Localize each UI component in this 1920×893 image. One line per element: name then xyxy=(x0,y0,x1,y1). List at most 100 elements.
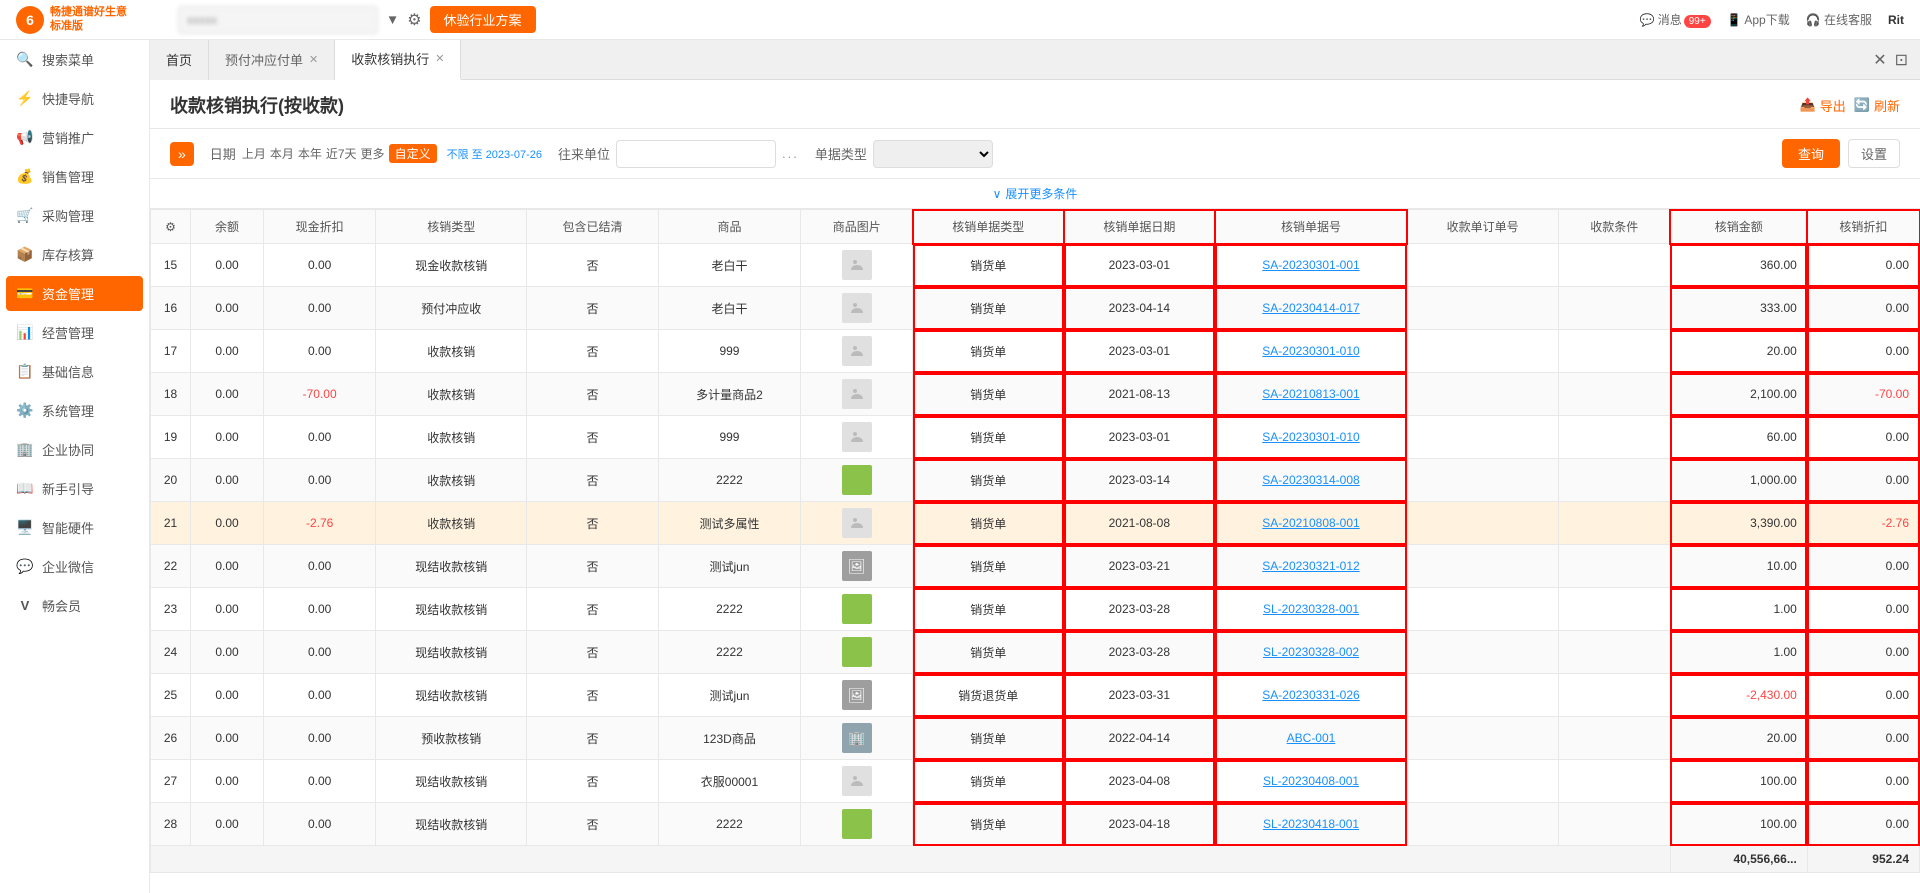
cell-receipt-condition xyxy=(1558,373,1670,416)
cell-row-num: 23 xyxy=(151,588,191,631)
table-row: 20 0.00 0.00 收款核销 否 2222 销货单 2023-03-14 … xyxy=(151,459,1920,502)
cell-verify-bill-no[interactable]: SA-20210808-001 xyxy=(1215,502,1407,545)
message-area[interactable]: 💬 消息99+ xyxy=(1639,11,1710,28)
sidebar-item-basic[interactable]: 📋 基础信息 xyxy=(0,352,149,391)
cell-cash-discount: 0.00 xyxy=(264,803,376,846)
cell-verify-bill-no[interactable]: SL-20230328-002 xyxy=(1215,631,1407,674)
sidebar-item-system[interactable]: ⚙️ 系统管理 xyxy=(0,391,149,430)
page-header: 收款核销执行(按收款) 📤 导出 🔄 刷新 xyxy=(150,80,1920,129)
cell-verify-discount: 0.00 xyxy=(1807,459,1919,502)
date-range-text: 不限 至 2023-07-26 xyxy=(447,146,542,162)
chevron-down-icon: ∨ xyxy=(993,187,1002,201)
sidebar-item-inventory[interactable]: 📦 库存核算 xyxy=(0,235,149,274)
cell-verify-bill-date: 2023-03-14 xyxy=(1064,459,1215,502)
cell-cash-discount: 0.00 xyxy=(264,330,376,373)
sidebar-item-finance[interactable]: 💳 资金管理 xyxy=(6,276,143,311)
filter-counterparty: 往来单位 ... xyxy=(558,140,799,168)
cell-balance: 0.00 xyxy=(191,330,264,373)
date-link-lastmonth[interactable]: 上月 xyxy=(242,145,266,162)
tab-collection[interactable]: 收款核销执行 ✕ xyxy=(335,40,461,80)
cell-row-num: 27 xyxy=(151,760,191,803)
cell-cash-discount: 0.00 xyxy=(264,287,376,330)
tab-home[interactable]: 首页 xyxy=(150,40,209,80)
refresh-btn[interactable]: 🔄 刷新 xyxy=(1854,96,1900,115)
cell-verify-bill-no[interactable]: SL-20230328-001 xyxy=(1215,588,1407,631)
col-verify-type: 核销类型 xyxy=(376,210,527,244)
cell-product: 2222 xyxy=(658,459,800,502)
purchase-icon: 🛒 xyxy=(16,207,34,225)
cell-verify-bill-no[interactable]: SA-20230301-001 xyxy=(1215,244,1407,287)
sidebar-item-search[interactable]: 🔍 搜索菜单 xyxy=(0,40,149,79)
cell-verify-bill-no[interactable]: SL-20230418-001 xyxy=(1215,803,1407,846)
hardware-icon: 🖥️ xyxy=(16,519,34,537)
cell-verify-bill-no[interactable]: ABC-001 xyxy=(1215,717,1407,760)
cell-verify-bill-no[interactable]: SA-20230414-017 xyxy=(1215,287,1407,330)
cell-verify-discount: 0.00 xyxy=(1807,588,1919,631)
date-link-thismonth[interactable]: 本月 xyxy=(270,145,294,162)
export-btn[interactable]: 📤 导出 xyxy=(1800,96,1846,115)
col-balance: 余额 xyxy=(191,210,264,244)
cell-balance: 0.00 xyxy=(191,803,264,846)
cell-verify-amount: 1.00 xyxy=(1670,588,1807,631)
tab-close-window-btn[interactable]: ✕ xyxy=(1873,50,1886,70)
sidebar-item-operation[interactable]: 📊 经营管理 xyxy=(0,313,149,352)
cell-verify-bill-no[interactable]: SA-20230314-008 xyxy=(1215,459,1407,502)
bill-type-select[interactable] xyxy=(873,140,993,168)
sidebar-item-corp[interactable]: 🏢 企业协同 xyxy=(0,430,149,469)
filter-expand-btn[interactable]: » xyxy=(170,142,194,166)
cell-include-settled: 否 xyxy=(527,244,659,287)
cell-verify-bill-type: 销货单 xyxy=(913,545,1064,588)
date-link-recent7[interactable]: 近7天 xyxy=(326,145,357,162)
cell-receipt-condition xyxy=(1558,416,1670,459)
sidebar-item-marketing[interactable]: 📢 营销推广 xyxy=(0,118,149,157)
cell-verify-bill-no[interactable]: SA-20230331-026 xyxy=(1215,674,1407,717)
col-verify-bill-date: 核销单据日期 xyxy=(1064,210,1215,244)
sidebar-item-quick[interactable]: ⚡ 快捷导航 xyxy=(0,79,149,118)
sidebar-item-sales[interactable]: 💰 销售管理 xyxy=(0,157,149,196)
counterparty-input[interactable] xyxy=(616,140,776,168)
cell-verify-bill-no[interactable]: SA-20210813-001 xyxy=(1215,373,1407,416)
tab-prepay[interactable]: 预付冲应付单 ✕ xyxy=(209,40,335,80)
tab-collection-close[interactable]: ✕ xyxy=(435,52,444,65)
sidebar-item-guide[interactable]: 📖 新手引导 xyxy=(0,469,149,508)
cell-include-settled: 否 xyxy=(527,631,659,674)
cell-product: 测试jun xyxy=(658,545,800,588)
search-bar-input[interactable] xyxy=(178,6,378,34)
table-container[interactable]: ⚙ 余额 现金折扣 核销类型 包含已结清 商品 商品图片 核销单据类型 核销单据… xyxy=(150,209,1920,893)
cell-receipt-condition xyxy=(1558,545,1670,588)
tab-prepay-close[interactable]: ✕ xyxy=(309,53,318,66)
cell-verify-bill-no[interactable]: SA-20230301-010 xyxy=(1215,330,1407,373)
col-cash-discount: 现金折扣 xyxy=(264,210,376,244)
cell-balance: 0.00 xyxy=(191,674,264,717)
col-settings[interactable]: ⚙ xyxy=(151,210,191,244)
cell-balance: 0.00 xyxy=(191,717,264,760)
operation-icon: 📊 xyxy=(16,324,34,342)
date-link-thisyear[interactable]: 本年 xyxy=(298,145,322,162)
date-link-custom[interactable]: 自定义 xyxy=(389,144,437,163)
app-download[interactable]: 📱 App下载 xyxy=(1727,11,1790,28)
table-row: 27 0.00 0.00 现结收款核销 否 衣服00001 销货单 2023-0… xyxy=(151,760,1920,803)
sidebar-item-member[interactable]: V 畅会员 xyxy=(0,586,149,625)
settings-icon[interactable]: ⚙ xyxy=(407,10,421,30)
cell-verify-amount: 20.00 xyxy=(1670,330,1807,373)
tab-maximize-btn[interactable]: ⊡ xyxy=(1895,50,1908,70)
sidebar-item-purchase[interactable]: 🛒 采购管理 xyxy=(0,196,149,235)
cell-verify-bill-no[interactable]: SL-20230408-001 xyxy=(1215,760,1407,803)
online-service[interactable]: 🎧 在线客服 xyxy=(1806,11,1872,28)
cell-verify-bill-no[interactable]: SA-20230321-012 xyxy=(1215,545,1407,588)
cell-verify-bill-no[interactable]: SA-20230301-010 xyxy=(1215,416,1407,459)
dropdown-btn[interactable]: ▼ xyxy=(386,12,399,27)
sidebar-item-hardware[interactable]: 🖥️ 智能硬件 xyxy=(0,508,149,547)
cell-verify-bill-type: 销货单 xyxy=(913,373,1064,416)
industry-solution-btn[interactable]: 休验行业方案 xyxy=(430,6,536,33)
sidebar-label-marketing: 营销推广 xyxy=(42,128,94,147)
col-verify-bill-type: 核销单据类型 xyxy=(913,210,1064,244)
sidebar-item-wechat[interactable]: 💬 企业微信 xyxy=(0,547,149,586)
cell-verify-bill-date: 2023-03-01 xyxy=(1064,244,1215,287)
query-btn[interactable]: 查询 xyxy=(1782,139,1840,168)
cell-verify-bill-type: 销货单 xyxy=(913,287,1064,330)
expand-conditions-link[interactable]: ∨ 展开更多条件 xyxy=(993,185,1078,202)
setting-btn[interactable]: 设置 xyxy=(1848,139,1900,168)
date-link-more[interactable]: 更多 xyxy=(361,145,385,162)
cell-verify-bill-date: 2023-04-14 xyxy=(1064,287,1215,330)
